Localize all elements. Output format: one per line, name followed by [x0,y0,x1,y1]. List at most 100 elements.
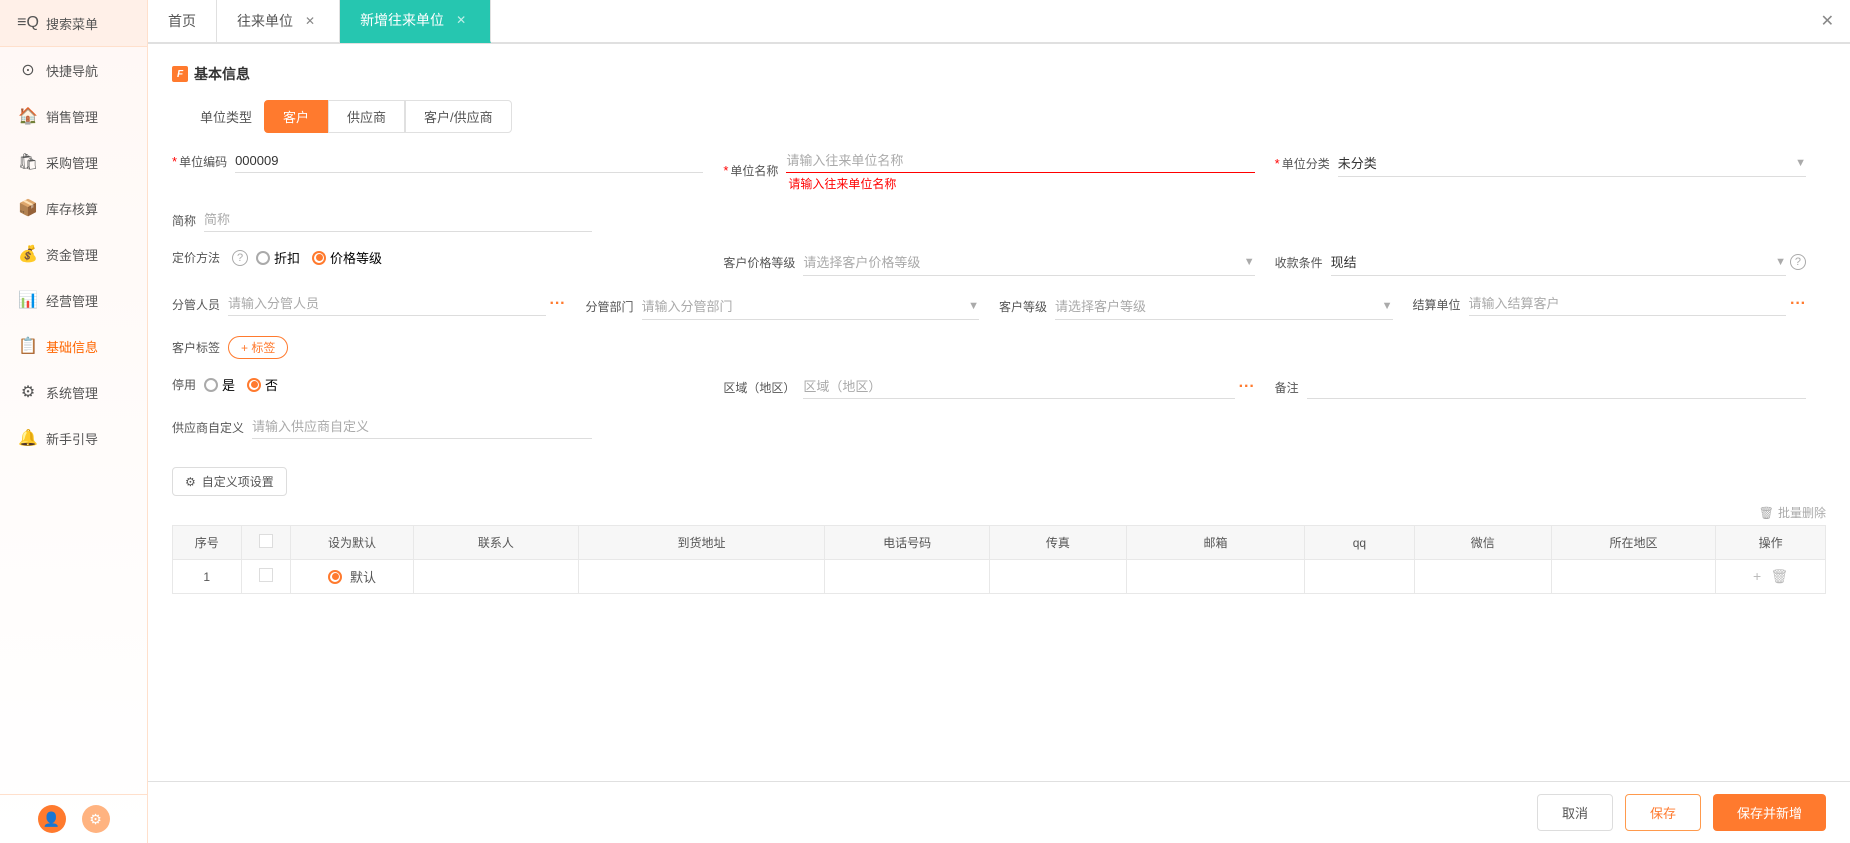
col-header-email: 邮箱 [1126,526,1304,560]
save-button[interactable]: 保存 [1625,794,1701,831]
unit-code-input[interactable] [235,149,703,173]
tab-home[interactable]: 首页 [148,0,217,43]
customer-level-placeholder: 请选择客户等级 [1055,296,1378,315]
pricing-radio-price-level[interactable]: 价格等级 [312,248,382,267]
batch-delete-label: 批量删除 [1778,504,1826,521]
customer-price-select[interactable]: 请选择客户价格等级 ▼ [803,248,1254,276]
sidebar-item-search[interactable]: ≡Q 搜索菜单 [0,0,147,47]
user-avatar[interactable]: 👤 [38,805,66,833]
disabled-no-label: 否 [265,375,278,394]
custom-settings-icon: ⚙ [185,475,196,489]
unit-category-arrow: ▼ [1795,157,1806,169]
settlement-input[interactable] [1469,292,1787,316]
customer-price-arrow: ▼ [1244,256,1255,268]
manager-input[interactable] [228,292,546,316]
sidebar-item-basic-info[interactable]: 📋 基础信息 [0,323,147,369]
table-delete-row-btn[interactable]: 🗑 [1771,568,1789,584]
tab-new-partner[interactable]: 新增往来单位 ✕ [340,0,491,43]
sidebar-item-guide[interactable]: 🔔 新手引导 [0,415,147,461]
disabled-radio-group: 是 否 [204,375,278,394]
region-input[interactable] [803,375,1234,399]
table-header-row: 序号 设为默认 联系人 到货地址 [173,526,1826,560]
dept-placeholder: 请输入分管部门 [642,296,965,315]
tab-partner[interactable]: 往来单位 ✕ [217,0,340,43]
custom-settings-button[interactable]: ⚙ 自定义项设置 [172,467,287,496]
sidebar-item-finance[interactable]: 💰 资金管理 [0,231,147,277]
customer-tag-field: 客户标签 + 标签 [172,336,1806,359]
customer-level-label: 客户等级 [999,298,1047,315]
disabled-radio-yes[interactable]: 是 [204,375,235,394]
sidebar-item-inventory[interactable]: 📦 库存核算 [0,185,147,231]
unit-type-customer[interactable]: 客户 [264,100,328,133]
disabled-radio-no[interactable]: 否 [247,375,278,394]
payment-select[interactable]: 现结 ▼ [1331,248,1786,276]
window-close-button[interactable]: ✕ [1805,11,1850,31]
remark-input[interactable] [1307,375,1806,399]
form-row-6: 停用 是 否 [172,375,1826,399]
sidebar-item-operations[interactable]: 📊 经营管理 [0,277,147,323]
unit-type-supplier[interactable]: 供应商 [328,100,405,133]
payment-label: 收款条件 [1275,254,1323,271]
unit-code-required: * [172,154,177,169]
batch-delete-button[interactable]: 🗑 批量删除 [1759,504,1826,521]
unit-category-value: 未分类 [1338,153,1791,172]
sidebar-item-finance-label: 资金管理 [46,245,98,264]
settlement-more-btn[interactable]: ··· [1790,295,1806,313]
table-add-row-btn[interactable]: + [1753,568,1761,584]
table-cell-check [241,560,290,594]
manager-label: 分管人员 [172,296,220,313]
dept-select[interactable]: 请输入分管部门 ▼ [642,292,979,320]
sidebar-item-system[interactable]: ⚙ 系统管理 [0,369,147,415]
form-row-3: 定价方法 ? 折扣 价格等级 [172,248,1826,276]
pricing-radio-discount[interactable]: 折扣 [256,248,300,267]
pricing-price-level-label: 价格等级 [330,248,382,267]
section-title: F 基本信息 [172,64,1826,84]
sidebar-item-operations-label: 经营管理 [46,291,98,310]
pricing-help-icon[interactable]: ? [232,250,248,266]
table-default-radio[interactable]: 默认 [297,567,407,586]
sidebar-item-sales[interactable]: 🏠 销售管理 [0,93,147,139]
payment-help-icon[interactable]: ? [1790,254,1806,270]
unit-name-input[interactable] [786,149,1254,173]
customer-level-field: 客户等级 请选择客户等级 ▼ [999,292,1393,320]
settlement-field: 结算单位 ··· [1413,292,1807,316]
tag-add-button[interactable]: + 标签 [228,336,288,359]
dept-field: 分管部门 请输入分管部门 ▼ [586,292,980,320]
supplier-custom-field: 供应商自定义 [172,415,592,439]
pricing-discount-circle [256,251,270,265]
cancel-button[interactable]: 取消 [1537,794,1613,831]
unit-category-select[interactable]: 未分类 ▼ [1338,149,1806,177]
region-more-btn[interactable]: ··· [1239,378,1255,396]
disabled-yes-circle [204,378,218,392]
sidebar-item-purchase[interactable]: 🛍 采购管理 [0,139,147,185]
main-area: 首页 往来单位 ✕ 新增往来单位 ✕ ✕ F 基本信息 单位类型 客户 供应商 … [148,0,1850,843]
table-default-dot [332,573,339,580]
sidebar-item-purchase-label: 采购管理 [46,153,98,172]
page-content: F 基本信息 单位类型 客户 供应商 客户/供应商 * 单位编码 [148,44,1850,843]
sidebar: ≡Q 搜索菜单 ⊙ 快捷导航 🏠 销售管理 🛍 采购管理 📦 库存核算 💰 资金… [0,0,148,843]
tab-new-partner-close[interactable]: ✕ [452,11,470,29]
pricing-radio-group: 折扣 价格等级 [256,248,382,267]
customer-level-select[interactable]: 请选择客户等级 ▼ [1055,292,1392,320]
col-header-contact: 联系人 [414,526,578,560]
unit-category-label: 单位分类 [1282,155,1330,172]
table-row-checkbox[interactable] [259,568,273,582]
form-row-1: * 单位编码 * 单位名称 请输入往来单位名称 [172,149,1826,192]
table-cell-seq: 1 [173,560,242,594]
tab-new-partner-label: 新增往来单位 [360,10,444,30]
supplier-custom-input[interactable] [252,415,592,439]
bottom-bar: 取消 保存 保存并新增 [148,781,1850,843]
unit-name-error: 请输入往来单位名称 [788,175,1254,192]
save-new-button[interactable]: 保存并新增 [1713,794,1826,831]
search-icon: ≡Q [18,13,38,33]
pricing-field: 定价方法 ? 折扣 价格等级 [172,248,703,267]
unit-type-both[interactable]: 客户/供应商 [405,100,512,133]
form-row-4: 分管人员 ··· 分管部门 请输入分管部门 ▼ 客户等级 请选择客户 [172,292,1826,320]
operations-icon: 📊 [18,290,38,310]
sidebar-item-quick-nav[interactable]: ⊙ 快捷导航 [0,47,147,93]
short-name-input[interactable] [204,208,592,232]
tab-partner-close[interactable]: ✕ [301,12,319,30]
table-select-all-checkbox[interactable] [259,534,273,548]
settings-bottom-icon[interactable]: ⚙ [82,805,110,833]
manager-more-btn[interactable]: ··· [550,295,566,313]
